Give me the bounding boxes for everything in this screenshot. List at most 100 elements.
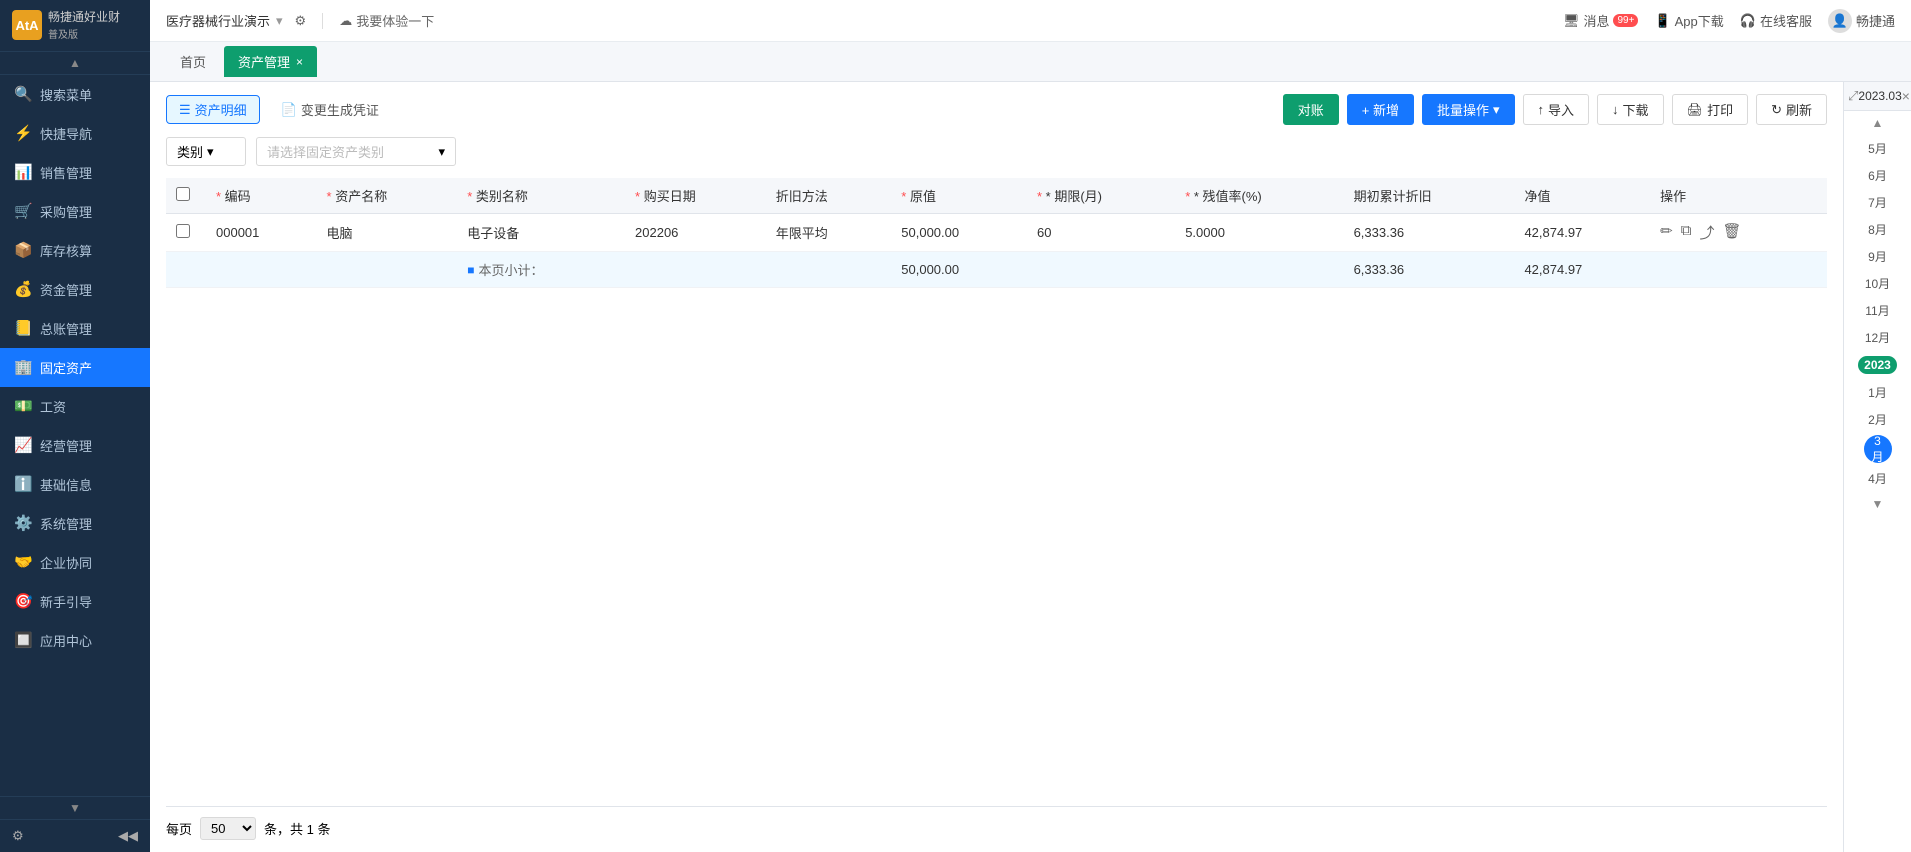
calendar-month-9[interactable]: 9月 bbox=[1844, 243, 1911, 270]
batch-button[interactable]: 批量操作 ▾ bbox=[1422, 94, 1515, 125]
calendar-month-4[interactable]: 4月 bbox=[1844, 465, 1911, 492]
chevron-down-icon: ▾ bbox=[276, 13, 283, 29]
select-arrow-icon: ▾ bbox=[438, 144, 445, 160]
edit-button[interactable]: ✏ bbox=[1660, 222, 1673, 243]
col-header-accumulated-depreciation: 期初累计折旧 bbox=[1344, 178, 1515, 214]
calendar-scroll[interactable]: ▲ 5月 6月 7月 8月 9月 10月 11月 12月 2023 1月 2月 … bbox=[1844, 111, 1911, 852]
sub-tab-asset-detail[interactable]: ☰ 资产明细 bbox=[166, 95, 260, 124]
sidebar-item-ledger[interactable]: 📒 总账管理 bbox=[0, 309, 150, 348]
sidebar-item-app-center[interactable]: 🔲 应用中心 bbox=[0, 621, 150, 660]
search-icon: 🔍 bbox=[14, 85, 32, 103]
calendar-down-arrow[interactable]: ▼ bbox=[1870, 496, 1886, 512]
transfer-button[interactable]: ⤴ bbox=[1699, 222, 1714, 243]
col-header-period: * 期限(月) bbox=[1027, 178, 1175, 214]
subtotal-original-value: 50,000.00 bbox=[891, 252, 1027, 288]
calendar-month-2[interactable]: 2月 bbox=[1844, 406, 1911, 433]
sidebar-item-guide[interactable]: 🎯 新手引导 bbox=[0, 582, 150, 621]
calendar-month-12[interactable]: 12月 bbox=[1844, 324, 1911, 351]
list-icon: ☰ bbox=[179, 102, 191, 118]
close-calendar-icon[interactable]: × bbox=[1902, 88, 1910, 104]
sub-tab-change-voucher[interactable]: 📄 变更生成凭证 bbox=[268, 95, 392, 124]
sidebar-item-system[interactable]: ⚙️ 系统管理 bbox=[0, 504, 150, 543]
user-avatar-btn[interactable]: 👤 畅捷通 bbox=[1828, 9, 1895, 33]
company-selector[interactable]: 医疗器械行业演示 ▾ bbox=[166, 11, 283, 30]
calendar-active-year[interactable]: 2023 bbox=[1858, 356, 1897, 374]
content-area: ☰ 资产明细 📄 变更生成凭证 对账 + 新增 bbox=[150, 82, 1911, 852]
cell-net-value: 42,874.97 bbox=[1514, 214, 1650, 252]
grid-icon: 🔲 bbox=[14, 631, 32, 649]
settings-icon[interactable]: ⚙ bbox=[12, 828, 24, 844]
calendar-month-8[interactable]: 8月 bbox=[1844, 216, 1911, 243]
calendar-month-6[interactable]: 6月 bbox=[1844, 162, 1911, 189]
reconcile-button[interactable]: 对账 bbox=[1283, 94, 1339, 125]
expand-calendar-icon[interactable]: ⤢ bbox=[1848, 88, 1858, 104]
print-button[interactable]: 🖨 打印 bbox=[1672, 94, 1749, 125]
sidebar-item-funds[interactable]: 💰 资金管理 bbox=[0, 270, 150, 309]
sidebar-logo: AtA 畅捷通好业财 普及版 bbox=[0, 0, 150, 52]
app-download-btn[interactable]: 📱 App下载 bbox=[1654, 11, 1723, 30]
sidebar-item-basic-info[interactable]: ℹ️ 基础信息 bbox=[0, 465, 150, 504]
collapse-icon[interactable]: ◀◀ bbox=[118, 828, 138, 844]
sidebar-scroll-down[interactable]: ▼ bbox=[67, 800, 83, 816]
sidebar-item-sales[interactable]: 📊 销售管理 bbox=[0, 153, 150, 192]
calendar-month-7[interactable]: 7月 bbox=[1844, 189, 1911, 216]
new-button[interactable]: + 新增 bbox=[1347, 94, 1414, 125]
table-header-row: 编码 资产名称 类别名称 购买日期 折旧方法 原值 * 期限(月) * 残值率(… bbox=[166, 178, 1827, 214]
cell-period: 60 bbox=[1027, 214, 1175, 252]
sidebar-item-fixed-assets[interactable]: 🏢 固定资产 bbox=[0, 348, 150, 387]
col-header-category: 类别名称 bbox=[457, 178, 625, 214]
sidebar-item-quick-nav[interactable]: ⚡ 快捷导航 bbox=[0, 114, 150, 153]
calendar-up-arrow[interactable]: ▲ bbox=[1870, 115, 1886, 131]
cloud-icon: ☁ bbox=[339, 13, 352, 29]
sidebar-item-purchase[interactable]: 🛒 采购管理 bbox=[0, 192, 150, 231]
col-header-net-value: 净值 bbox=[1514, 178, 1650, 214]
cell-name: 电脑 bbox=[317, 214, 458, 252]
building-icon: 🏢 bbox=[14, 358, 32, 376]
tab-asset-management[interactable]: 资产管理 × bbox=[224, 46, 317, 77]
main-area: 医疗器械行业演示 ▾ ⚙ ☁ 我要体验一下 🖥 消息 99+ 📱 App下载 🎧… bbox=[150, 0, 1911, 852]
row-checkbox[interactable] bbox=[176, 224, 190, 238]
box-icon: 📦 bbox=[14, 241, 32, 259]
sidebar-item-inventory[interactable]: 📦 库存核算 bbox=[0, 231, 150, 270]
sidebar-item-search[interactable]: 🔍 搜索菜单 bbox=[0, 75, 150, 114]
tab-home[interactable]: 首页 bbox=[166, 46, 220, 77]
select-all-checkbox[interactable] bbox=[176, 187, 190, 201]
subtotal-net-value: 42,874.97 bbox=[1514, 252, 1650, 288]
calendar-month-10[interactable]: 10月 bbox=[1844, 270, 1911, 297]
delete-button[interactable]: 🗑 bbox=[1722, 222, 1741, 243]
money-icon: 💰 bbox=[14, 280, 32, 298]
cell-code: 000001 bbox=[206, 214, 317, 252]
calendar-month-1[interactable]: 1月 bbox=[1844, 379, 1911, 406]
sidebar: AtA 畅捷通好业财 普及版 ▲ 🔍 搜索菜单 ⚡ 快捷导航 📊 销售管理 🛒 … bbox=[0, 0, 150, 852]
sidebar-scroll-up[interactable]: ▲ bbox=[67, 55, 83, 71]
cell-original-value: 50,000.00 bbox=[891, 214, 1027, 252]
sidebar-item-management[interactable]: 📈 经营管理 bbox=[0, 426, 150, 465]
experience-btn[interactable]: ☁ 我要体验一下 bbox=[339, 11, 434, 30]
toolbar-right: 对账 + 新增 批量操作 ▾ ↑ 导入 ↓ 下载 bbox=[1283, 94, 1827, 125]
subtotal-accumulated: 6,333.36 bbox=[1344, 252, 1515, 288]
sidebar-item-payroll[interactable]: 💵 工资 bbox=[0, 387, 150, 426]
customer-service-btn[interactable]: 🎧 在线客服 bbox=[1740, 11, 1812, 30]
page-size-select[interactable]: 50 20 100 bbox=[200, 817, 256, 840]
refresh-button[interactable]: ↻ 刷新 bbox=[1756, 94, 1827, 125]
calendar-month-3-current[interactable]: 3月 bbox=[1864, 435, 1892, 463]
topbar: 医疗器械行业演示 ▾ ⚙ ☁ 我要体验一下 🖥 消息 99+ 📱 App下载 🎧… bbox=[150, 0, 1911, 42]
message-icon: 🖥 bbox=[1563, 13, 1580, 29]
category-filter[interactable]: 类别 ▾ bbox=[166, 137, 246, 166]
calendar-month-11[interactable]: 11月 bbox=[1844, 297, 1911, 324]
message-btn[interactable]: 🖥 消息 99+ bbox=[1563, 11, 1639, 30]
calendar-month-5[interactable]: 5月 bbox=[1844, 135, 1911, 162]
app-logo-icon: AtA bbox=[12, 10, 42, 40]
handshake-icon: 🤝 bbox=[14, 553, 32, 571]
sidebar-item-enterprise[interactable]: 🤝 企业协同 bbox=[0, 543, 150, 582]
cell-purchase-date: 202206 bbox=[625, 214, 766, 252]
divider bbox=[322, 13, 323, 29]
calendar-header: ⤢ 2023.03 × bbox=[1844, 82, 1911, 111]
copy-button[interactable]: ⧉ bbox=[1681, 222, 1692, 243]
import-button[interactable]: ↑ 导入 bbox=[1523, 94, 1590, 125]
tab-close-icon[interactable]: × bbox=[296, 55, 303, 69]
category-select-dropdown[interactable]: 请选择固定资产类别 ▾ bbox=[256, 137, 456, 166]
settings-btn[interactable]: ⚙ bbox=[295, 13, 307, 29]
right-panel-calendar: ⤢ 2023.03 × ▲ 5月 6月 7月 8月 9月 10月 11月 12月 bbox=[1843, 82, 1911, 852]
download-button[interactable]: ↓ 下载 bbox=[1597, 94, 1664, 125]
